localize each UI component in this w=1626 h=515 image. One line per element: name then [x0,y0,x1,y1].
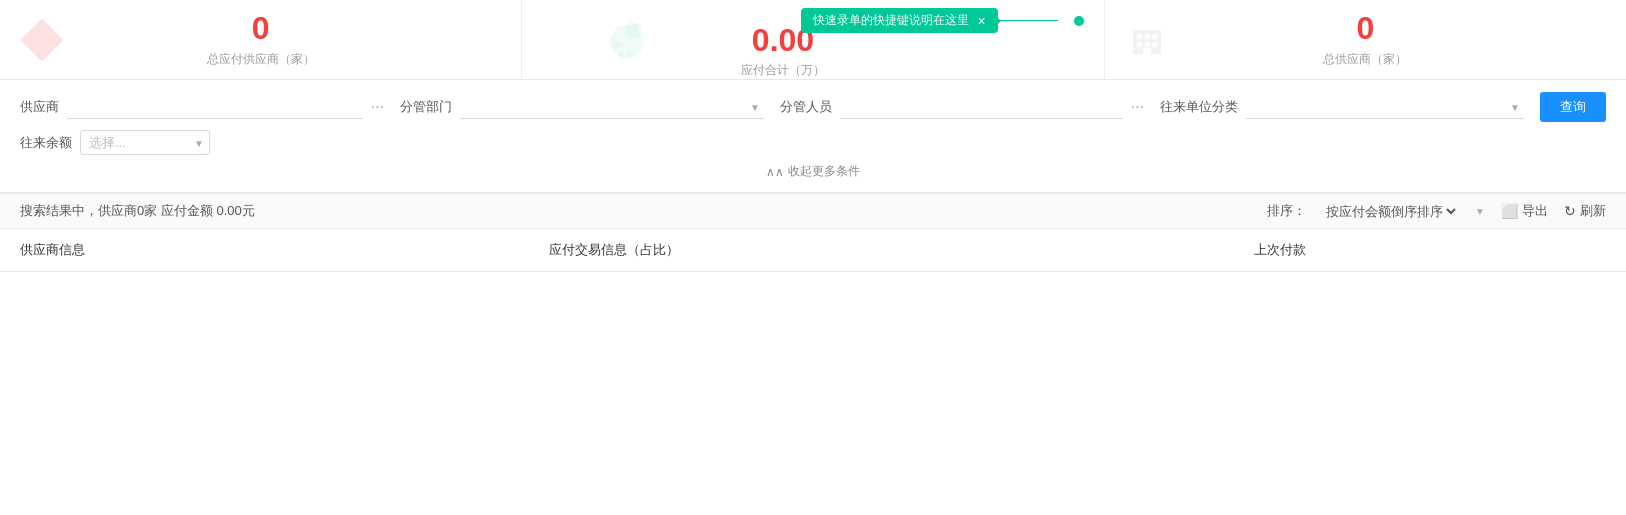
refresh-button[interactable]: ↻ 刷新 [1564,202,1606,220]
filter-area: 供应商 ··· 分管部门 ▼ 分管人员 ··· 往来单位分类 [0,80,1626,193]
svg-rect-7 [619,51,623,58]
svg-rect-10 [1137,34,1142,39]
filter-unit-category: 往来单位分类 ▼ [1160,95,1524,119]
svg-rect-11 [1145,34,1150,39]
svg-point-6 [633,23,640,30]
collapse-row: ∧∧ 收起更多条件 [20,159,1606,184]
supplier-input[interactable] [67,95,363,119]
svg-rect-16 [1143,48,1151,54]
department-select-wrapper: ▼ [460,95,764,119]
total-suppliers-label: 总供应商（家） [1323,51,1407,68]
filter-row-1: 供应商 ··· 分管部门 ▼ 分管人员 ··· 往来单位分类 [20,92,1606,122]
unit-category-label: 往来单位分类 [1160,98,1238,116]
results-bar: 搜索结果中，供应商0家 应付金额 0.00元 排序： 按应付会额倒序排序 ▼ ⬜… [0,193,1626,229]
sort-label: 排序： [1267,202,1306,220]
table-col-supplier-info: 供应商信息 [20,241,549,259]
diamond-icon: 单 [20,18,64,62]
collapse-label: 收起更多条件 [788,163,860,180]
supplier-more-icon[interactable]: ··· [371,98,384,116]
tooltip-container: 快速录单的快捷键说明在这里 × [801,8,1083,33]
table-col-payable-info: 应付交易信息（占比） [549,241,1254,259]
export-button[interactable]: ⬜ 导出 [1501,202,1548,220]
balance-select-wrapper: 选择... ▼ [80,130,210,155]
piggy-icon [602,15,652,65]
tooltip-line [998,20,1058,21]
tooltip-bubble: 快速录单的快捷键说明在这里 × [801,8,997,33]
person-label: 分管人员 [780,98,832,116]
svg-rect-12 [1152,34,1157,39]
person-input[interactable] [840,95,1123,119]
refresh-icon: ↻ [1564,203,1576,219]
svg-rect-13 [1137,42,1142,47]
svg-rect-8 [627,51,631,58]
filter-supplier: 供应商 ··· [20,95,384,119]
stats-bar: 单 0 总应付供应商（家） 0.00 应付合计（万） 快速录单的快捷键说明在这里… [0,0,1626,80]
payable-suppliers-label: 总应付供应商（家） [207,51,315,68]
stat-block-total-suppliers: 0 总供应商（家） [1105,0,1626,79]
results-info: 搜索结果中，供应商0家 应付金额 0.00元 [20,202,255,220]
table-header: 供应商信息 应付交易信息（占比） 上次付款 [0,229,1626,272]
refresh-label: 刷新 [1580,202,1606,220]
svg-rect-14 [1145,42,1150,47]
sort-select[interactable]: 按应付会额倒序排序 [1322,203,1459,220]
department-select[interactable] [460,95,764,119]
payable-suppliers-count: 0 [252,11,270,46]
department-label: 分管部门 [400,98,452,116]
tooltip-dot [1074,16,1084,26]
supplier-label: 供应商 [20,98,59,116]
building-icon [1125,18,1169,62]
filter-department: 分管部门 ▼ [400,95,764,119]
balance-label: 往来余额 [20,134,72,152]
table-body [0,272,1626,515]
total-suppliers-count: 0 [1356,11,1374,46]
stat-block-payable-total: 0.00 应付合计（万） 快速录单的快捷键说明在这里 × [522,0,1104,79]
tooltip-text: 快速录单的快捷键说明在这里 [813,12,969,29]
export-icon: ⬜ [1501,203,1518,219]
person-more-icon[interactable]: ··· [1131,98,1144,116]
stat-block-payable-suppliers: 单 0 总应付供应商（家） [0,0,522,79]
balance-select[interactable]: 选择... [80,130,210,155]
payable-total-label: 应付合计（万） [741,62,825,79]
svg-point-4 [626,21,643,38]
svg-rect-15 [1152,42,1157,47]
unit-category-select-wrapper: ▼ [1246,95,1524,119]
query-button[interactable]: 查询 [1540,92,1606,122]
filter-row-2: 往来余额 选择... ▼ .balance-select-wrapper sel… [20,130,1606,155]
filter-person: 分管人员 ··· [780,95,1144,119]
collapse-button[interactable]: ∧∧ 收起更多条件 [766,163,860,180]
results-actions: 排序： 按应付会额倒序排序 ▼ ⬜ 导出 ↻ 刷新 [1267,202,1606,220]
sort-arrow-icon: ▼ [1475,206,1485,217]
tooltip-close[interactable]: × [977,13,985,29]
svg-point-5 [612,41,622,48]
unit-category-select[interactable] [1246,95,1524,119]
collapse-up-icon: ∧∧ [766,165,784,179]
svg-text:单: 单 [37,36,48,47]
table-col-last-payment: 上次付款 [1254,241,1606,259]
export-label: 导出 [1522,202,1548,220]
